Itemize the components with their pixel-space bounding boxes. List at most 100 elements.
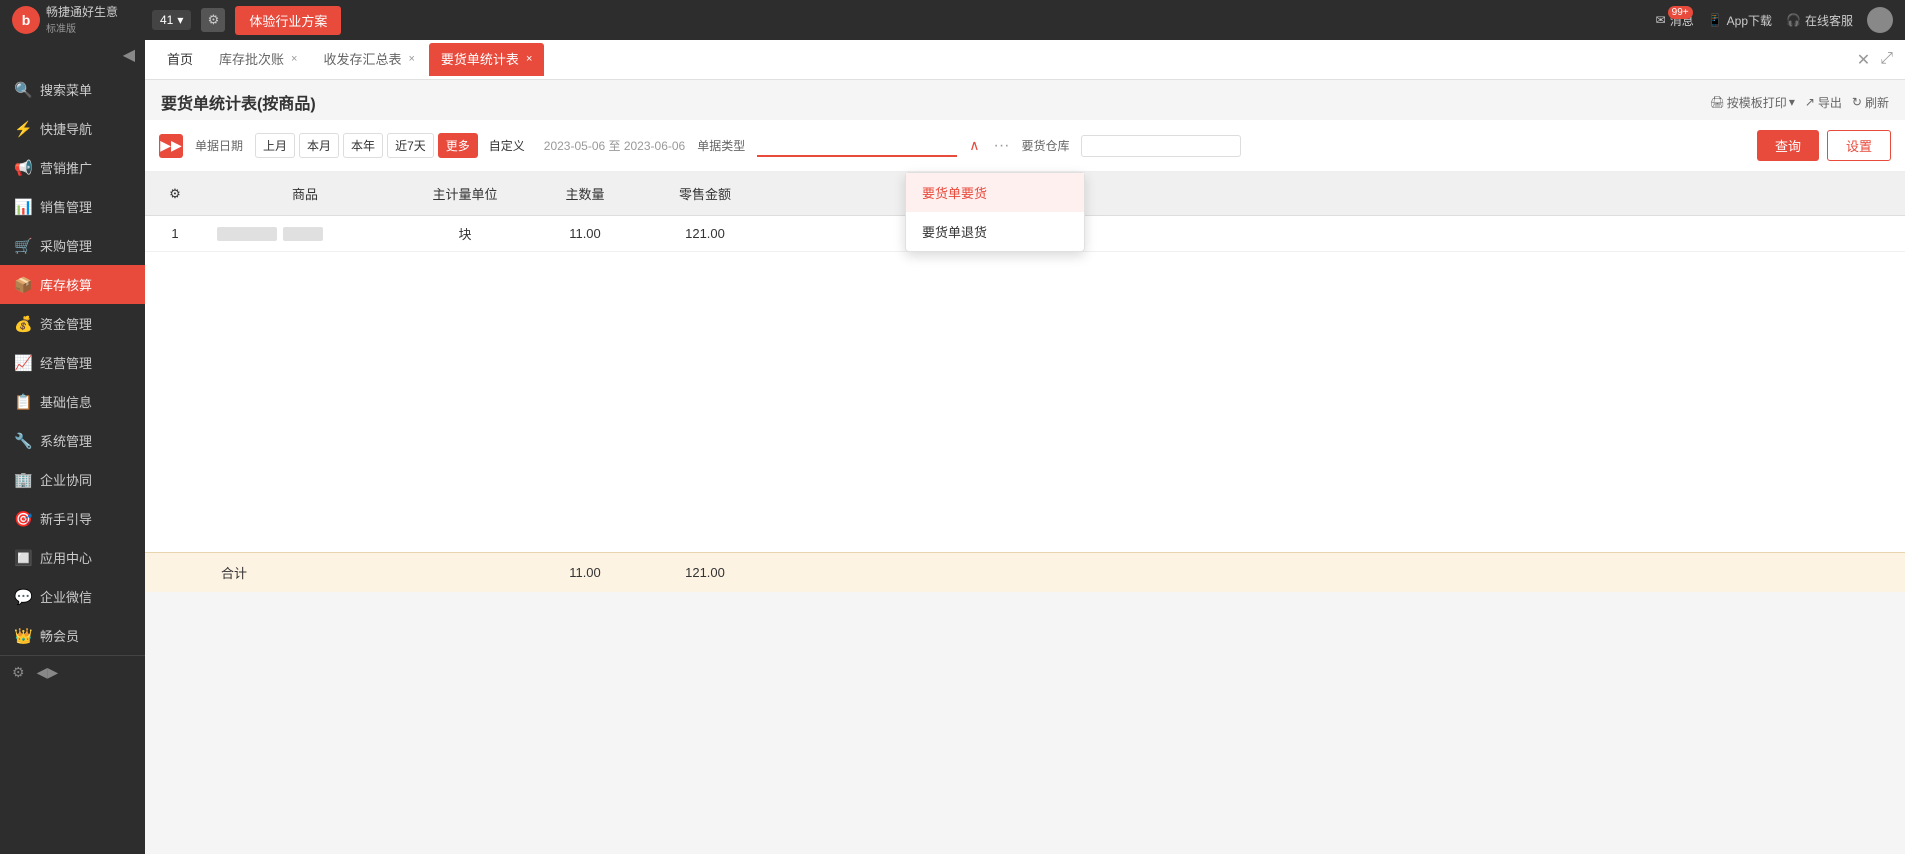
warehouse-filter-label: 要货仓库 <box>1021 137 1069 154</box>
dropdown-item-order-goods[interactable]: 要货单要货 <box>906 173 1084 212</box>
sidebar-item-finance[interactable]: 💰 资金管理 <box>0 304 145 343</box>
type-filter-arrow[interactable]: ∧ <box>969 137 979 154</box>
headset-icon: 🎧 <box>1786 13 1801 27</box>
more-dates-btn[interactable]: 更多 <box>438 133 478 158</box>
this-year-btn[interactable]: 本年 <box>343 133 383 158</box>
tab-expand-icon[interactable]: ⤢ <box>1878 48 1895 72</box>
grid-icon: 🔲 <box>14 549 32 567</box>
sidebar-item-label: 系统管理 <box>40 431 92 450</box>
sidebar-item-vip[interactable]: 👑 畅会员 <box>0 616 145 655</box>
date-filter-label: 单据日期 <box>195 137 243 154</box>
trending-icon: 📈 <box>14 354 32 372</box>
table-spacer <box>145 252 1905 592</box>
tab-inventory-batch[interactable]: 库存批次账 × <box>207 43 309 76</box>
custom-date-btn[interactable]: 自定义 <box>482 134 532 157</box>
store-name: 41 <box>160 13 173 27</box>
sidebar-item-basic[interactable]: 📋 基础信息 <box>0 382 145 421</box>
sidebar-item-inventory[interactable]: 📦 库存核算 <box>0 265 145 304</box>
sidebar-item-label: 库存核算 <box>40 275 92 294</box>
sidebar-item-label: 新手引导 <box>40 509 92 528</box>
sidebar-item-enterprise[interactable]: 🏢 企业协同 <box>0 460 145 499</box>
footer-label: 合计 <box>205 553 405 592</box>
filter-settings-button[interactable]: 设置 <box>1827 130 1891 161</box>
tab-order-stats[interactable]: 要货单统计表 × <box>429 43 544 76</box>
user-avatar[interactable] <box>1867 7 1893 33</box>
app-download-item[interactable]: 📱 App下载 <box>1708 12 1772 29</box>
tab-home-label: 首页 <box>167 49 193 68</box>
sidebar-toggle[interactable]: ◀ <box>0 40 145 70</box>
page-title: 要货单统计表(按商品) <box>161 90 316 114</box>
chevron-down-icon: ▾ <box>177 13 183 27</box>
tab-inventory-batch-close[interactable]: × <box>291 53 297 65</box>
trial-button[interactable]: 体验行业方案 <box>235 6 341 35</box>
refresh-icon: ↻ <box>1852 95 1862 109</box>
tab-home[interactable]: 首页 <box>155 43 205 76</box>
tab-order-stats-close[interactable]: × <box>526 53 532 65</box>
more-filters-icon[interactable]: ··· <box>993 137 1009 155</box>
page-content: 要货单统计表(按商品) 🖨 按模板打印 ▾ ↗ 导出 ↻ 刷新 <box>145 80 1905 854</box>
collapse-icon[interactable]: ◀▶ <box>37 664 59 681</box>
page-title-bar: 要货单统计表(按商品) 🖨 按模板打印 ▾ ↗ 导出 ↻ 刷新 <box>145 80 1905 120</box>
title-actions: 🖨 按模板打印 ▾ ↗ 导出 ↻ 刷新 <box>1710 94 1889 111</box>
top-header: b 畅捷通好生意 标准版 41 ▾ ⚙ 体验行业方案 ✉ 消息 99+ 📱 Ap… <box>0 0 1905 40</box>
search-icon: 🔍 <box>14 81 32 99</box>
sidebar-item-search[interactable]: 🔍 搜索菜单 <box>0 70 145 109</box>
sidebar-item-label: 资金管理 <box>40 314 92 333</box>
sidebar-item-label: 快捷导航 <box>40 119 92 138</box>
last-month-btn[interactable]: 上月 <box>255 133 295 158</box>
tab-inventory-batch-label: 库存批次账 <box>219 49 284 68</box>
query-button[interactable]: 查询 <box>1757 130 1819 161</box>
tab-bar: 首页 库存批次账 × 收发存汇总表 × 要货单统计表 × ✕ ⤢ <box>145 40 1905 80</box>
print-chevron-icon: ▾ <box>1789 95 1795 109</box>
sidebar-item-marketing[interactable]: 📢 营销推广 <box>0 148 145 187</box>
sidebar-item-wecom[interactable]: 💬 企业微信 <box>0 577 145 616</box>
product-placeholder-2 <box>283 227 323 241</box>
sidebar-item-label: 搜索菜单 <box>40 80 92 99</box>
sidebar-item-operations[interactable]: 📈 经营管理 <box>0 343 145 382</box>
content-area: 首页 库存批次账 × 收发存汇总表 × 要货单统计表 × ✕ ⤢ 要 <box>145 40 1905 854</box>
store-selector[interactable]: 41 ▾ <box>152 10 191 30</box>
settings-btn[interactable]: ⚙ <box>201 8 225 32</box>
sidebar-item-purchase[interactable]: 🛒 采购管理 <box>0 226 145 265</box>
sidebar-item-appstore[interactable]: 🔲 应用中心 <box>0 538 145 577</box>
dropdown-item-order-return[interactable]: 要货单退货 <box>906 212 1084 251</box>
col-unit: 主计量单位 <box>405 180 525 207</box>
app-sub: 标准版 <box>46 20 118 35</box>
filter-expand-button[interactable]: ▶▶ <box>159 134 183 158</box>
crown-icon: 👑 <box>14 627 32 645</box>
type-dropdown: 要货单要货 要货单退货 <box>905 172 1085 252</box>
online-service-item[interactable]: 🎧 在线客服 <box>1786 12 1853 29</box>
building-icon: 🏢 <box>14 471 32 489</box>
tab-receive-summary-close[interactable]: × <box>408 53 414 65</box>
sidebar-item-sales[interactable]: 📊 销售管理 <box>0 187 145 226</box>
sidebar-item-guide[interactable]: 🎯 新手引导 <box>0 499 145 538</box>
lightning-icon: ⚡ <box>14 120 32 138</box>
print-button[interactable]: 🖨 按模板打印 ▾ <box>1710 94 1795 111</box>
target-icon: 🎯 <box>14 510 32 528</box>
type-filter-input[interactable] <box>757 135 957 157</box>
settings-bottom-icon[interactable]: ⚙ <box>12 664 25 681</box>
logo-text-area: 畅捷通好生意 标准版 <box>46 5 118 34</box>
logo-icon: b <box>12 6 40 34</box>
this-month-btn[interactable]: 本月 <box>299 133 339 158</box>
export-button[interactable]: ↗ 导出 <box>1805 94 1842 111</box>
tab-close-all-icon[interactable]: ✕ <box>1855 48 1872 72</box>
sidebar-item-system[interactable]: 🔧 系统管理 <box>0 421 145 460</box>
phone-icon: 📱 <box>1708 13 1723 27</box>
sidebar-item-label: 基础信息 <box>40 392 92 411</box>
footer-quantity: 11.00 <box>525 555 645 590</box>
filter-bar: ▶▶ 单据日期 上月 本月 本年 近7天 更多 自定义 2023-05-06 至… <box>145 120 1905 172</box>
chat-icon: 💬 <box>14 588 32 606</box>
col-settings-icon[interactable]: ⚙ <box>145 180 205 207</box>
megaphone-icon: 📢 <box>14 159 32 177</box>
refresh-label: 刷新 <box>1865 94 1889 111</box>
last-7-days-btn[interactable]: 近7天 <box>387 133 434 158</box>
warehouse-filter-input[interactable] <box>1081 135 1241 157</box>
refresh-button[interactable]: ↻ 刷新 <box>1852 94 1889 111</box>
message-badge-item[interactable]: ✉ 消息 99+ <box>1656 12 1694 29</box>
date-buttons: 上月 本月 本年 近7天 更多 自定义 <box>255 133 532 158</box>
sidebar-item-shortcut[interactable]: ⚡ 快捷导航 <box>0 109 145 148</box>
sidebar-item-label: 营销推广 <box>40 158 92 177</box>
export-label: 导出 <box>1818 94 1842 111</box>
tab-receive-summary[interactable]: 收发存汇总表 × <box>311 43 426 76</box>
